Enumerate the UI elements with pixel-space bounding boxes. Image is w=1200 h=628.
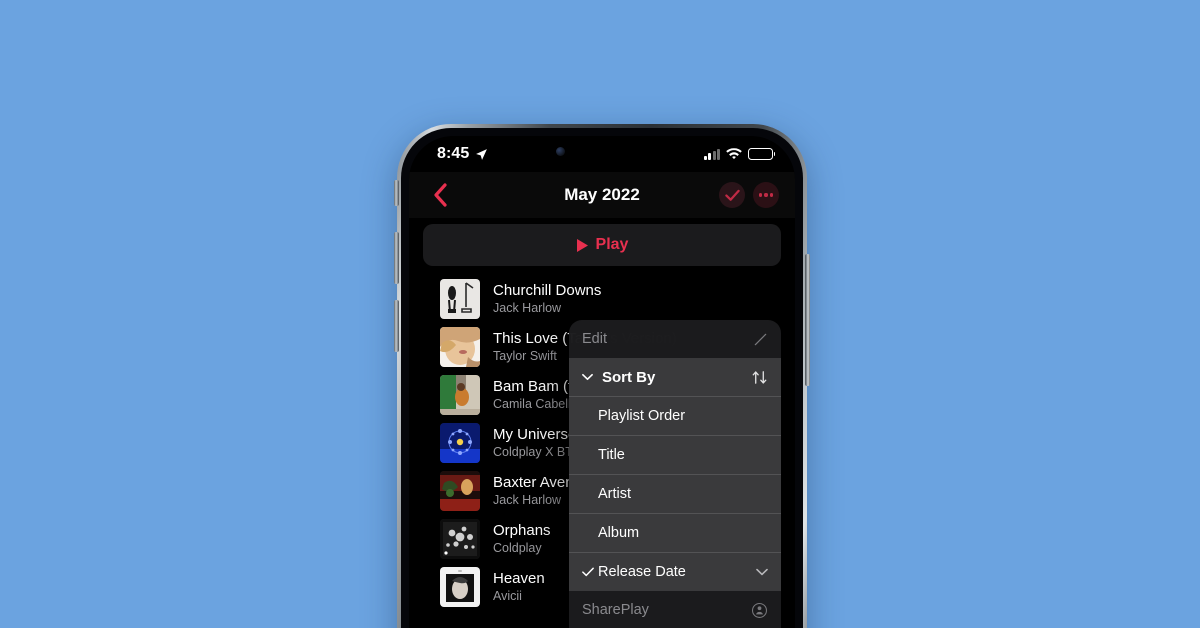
- play-button-label: Play: [595, 236, 629, 253]
- menu-item-playlist-order[interactable]: Playlist Order: [569, 397, 781, 435]
- phone-screen: 8:45 May 2022 Play Churchill Downs Jack …: [409, 136, 795, 628]
- volume-down-button[interactable]: [394, 300, 399, 352]
- menu-item-shareplay-label: SharePlay: [582, 602, 649, 618]
- notch: [528, 136, 676, 164]
- power-button[interactable]: [805, 254, 810, 386]
- menu-item-sort-by[interactable]: Sort By: [569, 358, 781, 396]
- menu-item-title-label: Title: [598, 447, 625, 463]
- album-art: [440, 471, 480, 511]
- menu-item-sort-by-label: Sort By: [602, 368, 656, 386]
- wifi-icon: [726, 148, 742, 160]
- list-item[interactable]: Churchill Downs Jack Harlow: [409, 275, 795, 323]
- pencil-icon: [753, 332, 768, 347]
- phone-bezel: 8:45 May 2022 Play Churchill Downs Jack …: [401, 128, 803, 628]
- location-arrow-icon: [475, 148, 488, 161]
- album-art: [440, 423, 480, 463]
- menu-item-shareplay[interactable]: SharePlay: [569, 591, 781, 628]
- song-artist: Jack Harlow: [493, 301, 562, 315]
- ellipsis-button[interactable]: [753, 182, 779, 208]
- menu-item-edit[interactable]: Edit: [569, 320, 781, 358]
- menu-item-release-date[interactable]: Release Date: [569, 553, 781, 591]
- navigation-bar: May 2022: [409, 172, 795, 218]
- album-art: [440, 375, 480, 415]
- arrow-up-arrow-down-icon: [751, 369, 768, 386]
- iphone-device: 8:45 May 2022 Play Churchill Downs Jack …: [394, 124, 810, 628]
- playlist-content: Play Churchill Downs Jack Harlow This Lo…: [409, 218, 795, 628]
- silent-switch-button[interactable]: [394, 180, 399, 206]
- menu-item-title[interactable]: Title: [569, 436, 781, 474]
- song-text: Churchill Downs Jack Harlow: [493, 282, 601, 316]
- cellular-bars-icon: [703, 148, 720, 160]
- menu-item-artist[interactable]: Artist: [569, 475, 781, 513]
- album-art: [440, 279, 480, 319]
- menu-item-playlist-order-label: Playlist Order: [598, 408, 686, 424]
- song-text: Orphans Coldplay: [493, 522, 551, 556]
- song-title: Orphans: [493, 522, 551, 539]
- checkmark-button[interactable]: [719, 182, 745, 208]
- song-artist: Avicii: [493, 589, 522, 603]
- sort-by-submenu: Sort By Playlist Order Title Artist Albu…: [569, 358, 781, 591]
- checkmark-icon: [582, 567, 598, 577]
- battery-icon: [748, 148, 776, 160]
- song-text: Heaven Avicii: [493, 570, 545, 604]
- song-title: Heaven: [493, 570, 545, 587]
- context-menu: Edit Sort By Playlist Order Title Artist…: [569, 320, 781, 628]
- menu-item-release-date-label: Release Date: [598, 564, 686, 580]
- play-triangle-icon: [576, 238, 589, 253]
- song-text: My Universe Coldplay X BTS: [493, 426, 581, 460]
- nav-actions: [719, 182, 779, 208]
- chevron-down-icon: [582, 373, 598, 381]
- status-indicators: [703, 148, 776, 160]
- screenshot-canvas: 8:45 May 2022 Play Churchill Downs Jack …: [0, 0, 1200, 628]
- song-title: Churchill Downs: [493, 282, 602, 299]
- play-button[interactable]: Play: [423, 224, 781, 266]
- album-art: [440, 519, 480, 559]
- song-artist: Coldplay X BTS: [493, 445, 582, 459]
- song-title: My Universe: [493, 426, 577, 443]
- menu-item-artist-label: Artist: [598, 486, 632, 502]
- status-time: 8:45: [437, 145, 470, 162]
- chevron-down-icon: [756, 568, 768, 576]
- back-button[interactable]: [425, 180, 455, 210]
- song-artist: Coldplay: [493, 541, 542, 555]
- menu-item-album[interactable]: Album: [569, 514, 781, 552]
- menu-item-edit-label: Edit: [582, 331, 607, 347]
- album-art: [440, 327, 480, 367]
- shareplay-icon: [751, 602, 768, 618]
- volume-up-button[interactable]: [394, 232, 399, 284]
- album-art: [440, 567, 480, 607]
- ellipsis-icon: [758, 193, 774, 197]
- menu-item-album-label: Album: [598, 525, 640, 541]
- front-camera-icon: [556, 147, 565, 156]
